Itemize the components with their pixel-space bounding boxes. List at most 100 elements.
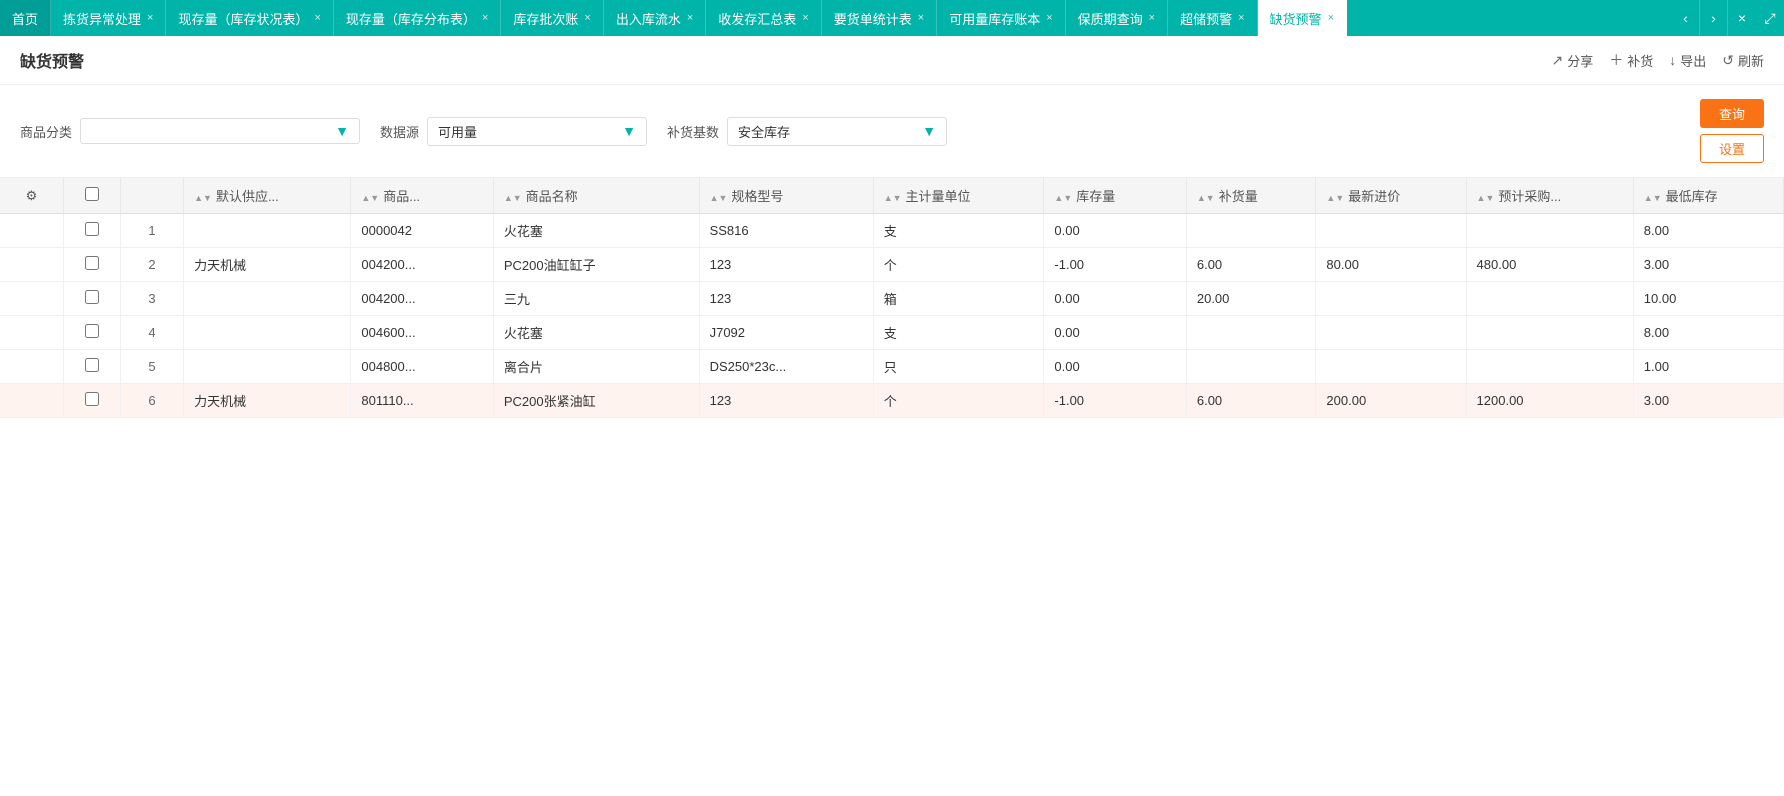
row-spec: J7092	[699, 316, 873, 350]
tab-home[interactable]: 首页	[0, 0, 51, 36]
page-header: 缺货预警 ↗ 分享 ＋ 补货 ↓ 导出 ↺ 刷新	[0, 36, 1784, 85]
tab-batch-account[interactable]: 库存批次账 ×	[501, 0, 603, 36]
tab-prev-btn[interactable]: ‹	[1672, 0, 1700, 36]
row-est-purchase: 1200.00	[1466, 384, 1633, 418]
close-tab-receive-send[interactable]: ×	[802, 12, 808, 24]
refresh-button[interactable]: ↺ 刷新	[1722, 51, 1764, 70]
row-checkbox[interactable]	[85, 392, 99, 406]
close-tab-expiry-query[interactable]: ×	[1149, 12, 1155, 24]
category-select[interactable]: ▼	[80, 118, 360, 144]
close-tab-order-stats[interactable]: ×	[918, 12, 924, 24]
gear-icon[interactable]: ⚙	[26, 188, 38, 203]
close-tab-stock-status[interactable]: ×	[314, 12, 320, 24]
row-replenish-qty	[1186, 316, 1316, 350]
close-tab-in-out-flow[interactable]: ×	[687, 12, 693, 24]
col-checkbox	[63, 178, 120, 214]
select-all-checkbox[interactable]	[85, 187, 99, 201]
table-header-row: ⚙ ▲▼默认供应... ▲▼商品... ▲▼商品名称	[0, 178, 1784, 214]
row-checkbox-cell[interactable]	[63, 350, 120, 384]
row-checkbox-cell[interactable]	[63, 384, 120, 418]
col-default-supplier[interactable]: ▲▼默认供应...	[184, 178, 351, 214]
price-sort-icon: ▲▼	[1326, 193, 1344, 203]
col-gear[interactable]: ⚙	[0, 178, 63, 214]
row-gear-cell	[0, 350, 63, 384]
col-goods-name[interactable]: ▲▼商品名称	[493, 178, 699, 214]
settings-button[interactable]: 设置	[1700, 134, 1764, 163]
row-num: 5	[120, 350, 183, 384]
row-checkbox[interactable]	[85, 222, 99, 236]
tab-close-all-btn[interactable]: ×	[1728, 0, 1756, 36]
col-est-purchase[interactable]: ▲▼预计采购...	[1466, 178, 1633, 214]
row-latest-price	[1316, 316, 1466, 350]
data-source-select[interactable]: 可用量 ▼	[427, 117, 647, 146]
tab-expiry-query[interactable]: 保质期查询 ×	[1066, 0, 1168, 36]
row-checkbox[interactable]	[85, 290, 99, 304]
col-stock[interactable]: ▲▼库存量	[1044, 178, 1186, 214]
tab-order-stats[interactable]: 要货单统计表 ×	[822, 0, 937, 36]
row-checkbox-cell[interactable]	[63, 282, 120, 316]
row-goods-code: 004200...	[351, 248, 493, 282]
tab-stock-status[interactable]: 现存量（库存状况表） ×	[166, 0, 333, 36]
col-spec[interactable]: ▲▼规格型号	[699, 178, 873, 214]
query-button[interactable]: 查询	[1700, 99, 1764, 128]
close-tab-batch-account[interactable]: ×	[584, 12, 590, 24]
col-min-stock[interactable]: ▲▼最低库存	[1633, 178, 1783, 214]
row-supplier	[184, 350, 351, 384]
col-goods-code[interactable]: ▲▼商品...	[351, 178, 493, 214]
close-tab-shortage[interactable]: ×	[1328, 12, 1334, 24]
close-tab-available-ledger[interactable]: ×	[1046, 12, 1052, 24]
row-est-purchase	[1466, 214, 1633, 248]
row-goods-name: 火花塞	[493, 316, 699, 350]
replenish-button[interactable]: ＋ 补货	[1609, 50, 1653, 70]
row-latest-price	[1316, 282, 1466, 316]
table-row: 4 004600... 火花塞 J7092 支 0.00 8.00	[0, 316, 1784, 350]
replenish-icon: ＋	[1609, 50, 1623, 70]
row-goods-code: 004200...	[351, 282, 493, 316]
row-goods-name: PC200张紧油缸	[493, 384, 699, 418]
row-checkbox[interactable]	[85, 324, 99, 338]
replenish-basis-select[interactable]: 安全库存 ▼	[727, 117, 947, 146]
row-est-purchase	[1466, 316, 1633, 350]
category-dropdown-icon: ▼	[335, 123, 349, 139]
unit-sort-icon: ▲▼	[884, 193, 902, 203]
tab-stock-dist[interactable]: 现存量（库存分布表） ×	[334, 0, 501, 36]
col-latest-price[interactable]: ▲▼最新进价	[1316, 178, 1466, 214]
row-checkbox-cell[interactable]	[63, 316, 120, 350]
row-checkbox-cell[interactable]	[63, 248, 120, 282]
close-tab-abnormal[interactable]: ×	[147, 12, 153, 24]
tab-shortage[interactable]: 缺货预警 ×	[1258, 0, 1347, 36]
row-checkbox[interactable]	[85, 358, 99, 372]
row-num: 3	[120, 282, 183, 316]
row-num: 2	[120, 248, 183, 282]
tab-available-ledger[interactable]: 可用量库存账本 ×	[937, 0, 1065, 36]
table-row: 3 004200... 三九 123 箱 0.00 20.00 10.00	[0, 282, 1784, 316]
export-button[interactable]: ↓ 导出	[1669, 51, 1706, 70]
tab-overstock[interactable]: 超储预警 ×	[1168, 0, 1257, 36]
row-goods-code: 004800...	[351, 350, 493, 384]
col-replenish-qty[interactable]: ▲▼补货量	[1186, 178, 1316, 214]
tab-receive-send[interactable]: 收发存汇总表 ×	[706, 0, 821, 36]
tab-abnormal[interactable]: 拣货异常处理 ×	[51, 0, 166, 36]
tab-in-out-flow[interactable]: 出入库流水 ×	[604, 0, 706, 36]
col-unit[interactable]: ▲▼主计量单位	[873, 178, 1044, 214]
close-tab-overstock[interactable]: ×	[1238, 12, 1244, 24]
category-filter-group: 商品分类 ▼	[20, 118, 360, 144]
row-checkbox[interactable]	[85, 256, 99, 270]
row-est-purchase	[1466, 350, 1633, 384]
row-checkbox-cell[interactable]	[63, 214, 120, 248]
replenish-basis-value: 安全库存	[738, 122, 790, 141]
row-spec: DS250*23c...	[699, 350, 873, 384]
row-latest-price	[1316, 214, 1466, 248]
row-latest-price: 80.00	[1316, 248, 1466, 282]
row-gear-cell	[0, 384, 63, 418]
close-tab-stock-dist[interactable]: ×	[482, 12, 488, 24]
main-content: 缺货预警 ↗ 分享 ＋ 补货 ↓ 导出 ↺ 刷新 商品分类	[0, 36, 1784, 796]
share-button[interactable]: ↗ 分享	[1551, 51, 1593, 70]
data-source-filter-group: 数据源 可用量 ▼	[380, 117, 647, 146]
row-goods-name: PC200油缸缸子	[493, 248, 699, 282]
row-replenish-qty	[1186, 214, 1316, 248]
row-min-stock: 8.00	[1633, 316, 1783, 350]
tab-next-btn[interactable]: ›	[1700, 0, 1728, 36]
tab-expand-btn[interactable]: ⤢	[1756, 0, 1784, 36]
row-latest-price: 200.00	[1316, 384, 1466, 418]
